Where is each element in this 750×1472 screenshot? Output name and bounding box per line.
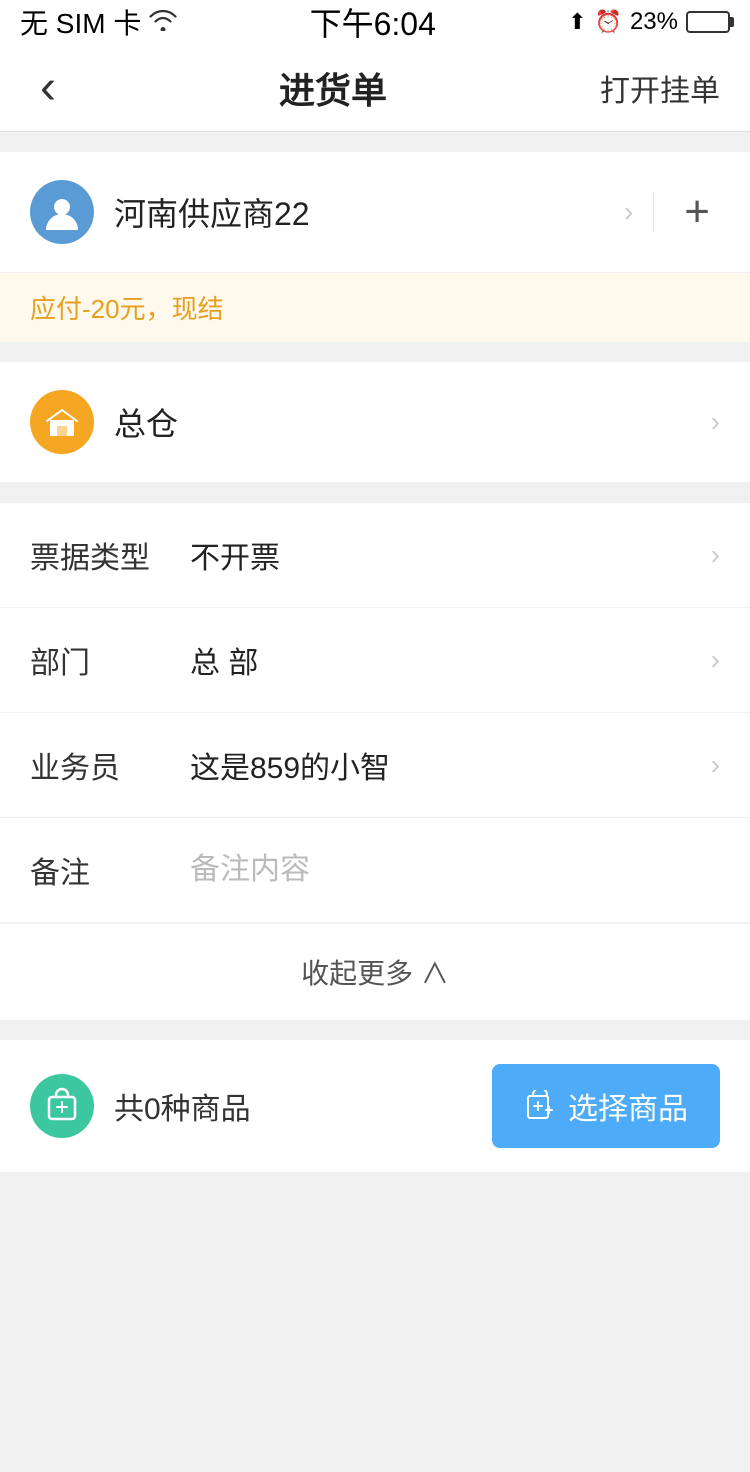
sales-value: 这是859的小智 <box>150 743 701 787</box>
open-pending-button[interactable]: 打开挂单 <box>600 66 720 110</box>
invoice-chevron-icon: › <box>711 539 720 571</box>
sales-label: 业务员 <box>30 743 150 787</box>
alarm-icon: ⏰ <box>595 9 622 35</box>
product-count: 共0种商品 <box>114 1084 492 1128</box>
supplier-chevron-icon: › <box>624 196 633 228</box>
collapse-label: 收起更多 ∧ <box>301 958 449 989</box>
supplier-add-button[interactable]: + <box>674 187 720 237</box>
warehouse-name: 总仓 <box>114 399 701 445</box>
status-right: ⬆ ⏰ 23% <box>568 8 730 36</box>
bottom-divider <box>0 1020 750 1040</box>
notice-bar: 应付-20元，现结 <box>0 273 750 342</box>
form-row-remark[interactable]: 备注 <box>0 818 750 923</box>
notice-text: 应付-20元，现结 <box>30 294 224 324</box>
product-bar: 共0种商品 选择商品 <box>0 1040 750 1172</box>
supplier-row[interactable]: 河南供应商22 › + <box>0 152 750 273</box>
supplier-name: 河南供应商22 <box>114 189 614 235</box>
supplier-divider <box>653 192 654 232</box>
status-left: 无 SIM 卡 <box>20 2 177 42</box>
collapse-button[interactable]: 收起更多 ∧ <box>0 923 750 1020</box>
dept-label: 部门 <box>30 638 150 682</box>
form-section: 票据类型 不开票 › 部门 总 部 › 业务员 这是859的小智 › 备注 <box>0 503 750 923</box>
form-row-invoice[interactable]: 票据类型 不开票 › <box>0 503 750 608</box>
page-title: 进货单 <box>279 62 387 114</box>
wifi-icon <box>149 6 177 38</box>
select-products-button[interactable]: 选择商品 <box>492 1064 720 1148</box>
sales-chevron-icon: › <box>711 749 720 781</box>
dept-value: 总 部 <box>150 638 701 682</box>
warehouse-row[interactable]: 总仓 › <box>0 362 750 483</box>
battery-icon <box>686 11 730 33</box>
remark-input[interactable] <box>150 853 720 887</box>
battery-pct: 23% <box>630 8 678 36</box>
nav-bar: ‹ 进货单 打开挂单 <box>0 44 750 132</box>
supplier-avatar <box>30 180 94 244</box>
time-label: 下午6:04 <box>310 0 436 45</box>
form-row-sales[interactable]: 业务员 这是859的小智 › <box>0 713 750 818</box>
form-row-dept[interactable]: 部门 总 部 › <box>0 608 750 713</box>
invoice-value: 不开票 <box>150 533 701 577</box>
carrier-label: 无 SIM 卡 <box>20 2 141 42</box>
warehouse-icon <box>30 390 94 454</box>
invoice-label: 票据类型 <box>30 533 150 577</box>
dept-chevron-icon: › <box>711 644 720 676</box>
warehouse-chevron-icon: › <box>711 406 720 438</box>
select-products-label: 选择商品 <box>568 1084 688 1128</box>
supplier-section: 河南供应商22 › + 应付-20元，现结 <box>0 152 750 342</box>
warehouse-section: 总仓 › <box>0 362 750 483</box>
top-divider <box>0 132 750 152</box>
back-button[interactable]: ‹ <box>30 50 66 125</box>
status-bar: 无 SIM 卡 下午6:04 ⬆ ⏰ 23% <box>0 0 750 44</box>
gray-fill-area <box>0 1172 750 1472</box>
location-icon: ⬆ <box>568 9 586 35</box>
product-icon <box>30 1074 94 1138</box>
warehouse-divider <box>0 342 750 362</box>
remark-label: 备注 <box>30 848 150 892</box>
